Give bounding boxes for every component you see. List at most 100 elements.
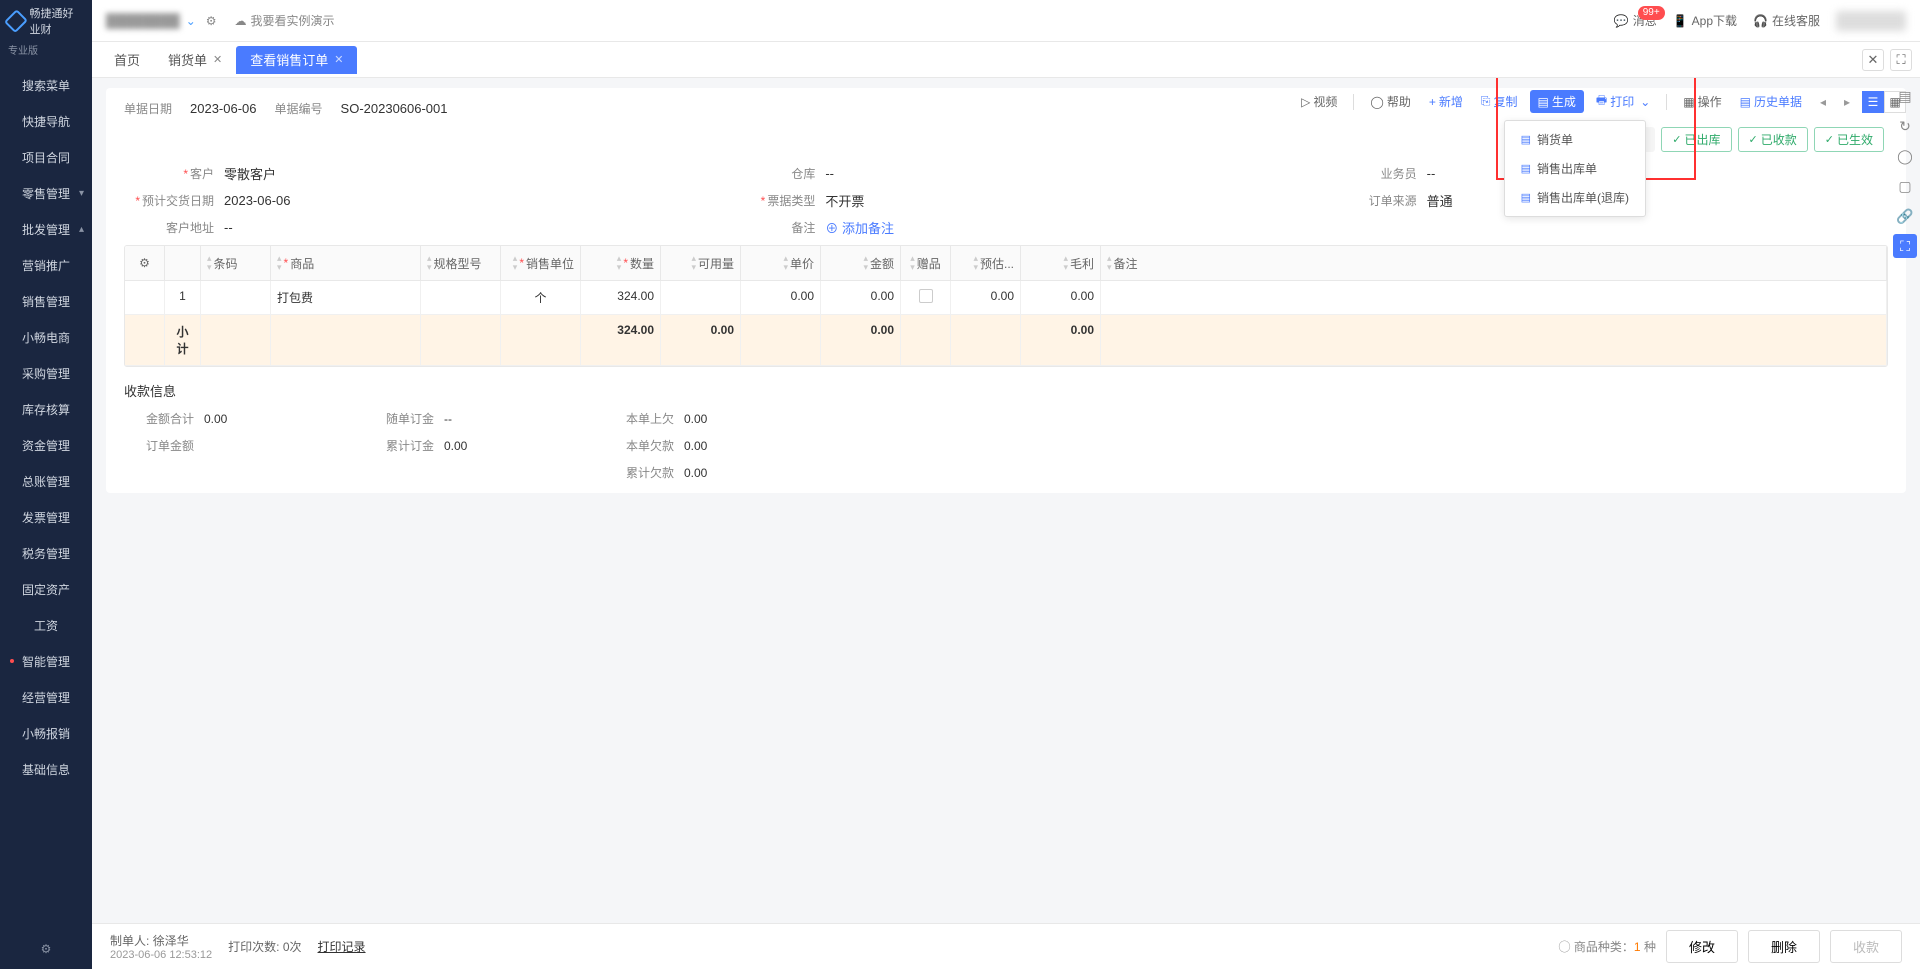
sidebar-item-1[interactable]: 快捷导航 [0,103,92,139]
chat-icon: 💬 [1614,14,1629,28]
edit-button[interactable]: 修改 [1666,930,1738,963]
dropdown-item-1[interactable]: ▤销售出库单 [1505,154,1645,183]
salesman-value: -- [1427,166,1436,181]
barcode-header[interactable]: ▴▾条码 [201,246,271,280]
sidebar-item-14[interactable]: 固定资产 [0,571,92,607]
address-label: 客户地址 [166,221,214,235]
tab-2[interactable]: 查看销售订单✕ [236,46,357,74]
sidebar-item-11[interactable]: 总账管理 [0,463,92,499]
profit-header[interactable]: ▴▾毛利 [1021,246,1101,280]
sidebar-item-9[interactable]: 库存核算 [0,391,92,427]
receipt-button[interactable]: 收款 [1830,930,1902,963]
warehouse-value: -- [825,166,834,181]
close-icon[interactable]: ✕ [334,53,343,66]
doc-date-value: 2023-06-06 [190,101,257,116]
sidebar-item-15[interactable]: 工资 [0,607,92,643]
sidebar-item-12[interactable]: 发票管理 [0,499,92,535]
sidebar-item-19[interactable]: 基础信息 [0,751,92,787]
invoice-type-value: 不开票 [825,191,864,210]
sidebar-item-7[interactable]: 小畅电商 [0,319,92,355]
prev-doc-icon[interactable]: ◂ [1814,93,1832,111]
next-doc-icon[interactable]: ▸ [1838,93,1856,111]
company-selector[interactable]: ████████ [106,13,180,28]
price-header[interactable]: ▴▾单价 [741,246,821,280]
chevron-down-icon[interactable]: ⌄ [186,14,196,28]
address-value: -- [224,220,233,235]
close-icon[interactable]: ✕ [213,53,222,66]
avail-header[interactable]: ▴▾可用量 [661,246,741,280]
payment-title: 收款信息 [124,381,1888,400]
customer-value: 零散客户 [224,164,276,183]
sidebar-item-18[interactable]: 小畅报销 [0,715,92,751]
support-link[interactable]: 🎧 在线客服 [1753,12,1820,29]
rail-history-icon[interactable]: ↻ [1893,114,1917,138]
sidebar-item-10[interactable]: 资金管理 [0,427,92,463]
sidebar-item-3[interactable]: 零售管理▾ [0,175,92,211]
phone-icon: 📱 [1673,14,1688,28]
qty-header[interactable]: ▴▾*数量 [581,246,661,280]
print-count-value: 0次 [283,940,302,954]
video-link[interactable]: ▷视频 [1295,90,1343,113]
gear-column-header[interactable]: ⚙ [125,246,165,280]
close-tabs-icon[interactable]: ✕ [1862,49,1884,71]
copy-button[interactable]: ⎘复制 [1475,90,1524,113]
unit-header[interactable]: ▴▾*销售单位 [501,246,581,280]
dropdown-item-2[interactable]: ▤销售出库单(退库) [1505,183,1645,212]
cum-deposit-value: 0.00 [444,439,467,453]
rail-doc-icon[interactable]: ▤ [1893,84,1917,108]
list-icon: ▤ [1740,95,1751,109]
sidebar-settings-icon[interactable]: ⚙ [0,929,92,969]
gift-header[interactable]: ▴▾赠品 [901,246,951,280]
sidebar-item-0[interactable]: 搜索菜单 [0,67,92,103]
tab-1[interactable]: 销货单✕ [154,46,236,74]
user-avatar[interactable] [1836,11,1906,31]
generate-button[interactable]: ▤生成 [1530,90,1584,113]
print-button[interactable]: 🖶打印⌄ [1590,88,1656,115]
delete-button[interactable]: 删除 [1748,930,1820,963]
gear-icon[interactable]: ⚙ [206,14,217,28]
demo-link[interactable]: ☁ 我要看实例演示 [235,12,335,29]
print-log-link[interactable]: 打印记录 [318,938,366,955]
operations-button[interactable]: ▦操作 [1677,90,1727,113]
est-header[interactable]: ▴▾预估... [951,246,1021,280]
doc-date-label: 单据日期 [124,100,172,117]
messages-link[interactable]: 💬 消息 99+ [1614,12,1657,29]
add-note-link[interactable]: 添加备注 [825,218,894,237]
doc-no-value: SO-20230606-001 [341,101,448,116]
gift-checkbox[interactable] [919,289,933,303]
product-header[interactable]: ▴▾*商品 [271,246,421,280]
history-button[interactable]: ▤历史单据 [1734,90,1808,113]
table-row[interactable]: 1 打包费 个 324.00 0.00 0.00 0.00 0.00 [125,281,1887,315]
sidebar-item-6[interactable]: 销售管理 [0,283,92,319]
sidebar-item-4[interactable]: 批发管理▴ [0,211,92,247]
sidebar-item-17[interactable]: 经营管理 [0,679,92,715]
headset-icon: 🎧 [1753,14,1768,28]
sidebar-item-2[interactable]: 项目合同 [0,139,92,175]
sidebar-item-5[interactable]: 营销推广 [0,247,92,283]
brand-name: 畅捷通好业财 [30,5,84,37]
sidebar-item-8[interactable]: 采购管理 [0,355,92,391]
chevron-down-icon: ⌄ [1640,95,1650,109]
messages-badge: 99+ [1638,6,1665,20]
tab-0[interactable]: 首页 [100,46,154,74]
total-amount-value: 0.00 [204,412,227,426]
dropdown-item-0[interactable]: ▤销货单 [1505,125,1645,154]
note-header[interactable]: ▴▾备注 [1101,246,1887,280]
cum-owe-value: 0.00 [684,466,707,480]
sidebar-item-16[interactable]: 智能管理 [0,643,92,679]
spec-header[interactable]: ▴▾规格型号 [421,246,501,280]
sidebar-item-13[interactable]: 税务管理 [0,535,92,571]
rail-ticket-icon[interactable]: ▢ [1893,174,1917,198]
view-list-icon[interactable]: ☰ [1862,91,1884,113]
amount-header[interactable]: ▴▾金额 [821,246,901,280]
invoice-type-label: 票据类型 [767,194,815,208]
help-link[interactable]: ◯帮助 [1364,90,1416,113]
rail-link-icon[interactable]: 🔗 [1893,204,1917,228]
rail-user-icon[interactable]: ◯ [1893,144,1917,168]
new-button[interactable]: +新增 [1423,90,1469,113]
help-icon: ◯ [1370,95,1383,109]
doc-no-label: 单据编号 [275,100,323,117]
app-download-link[interactable]: 📱 App下载 [1673,12,1737,29]
fullscreen-icon[interactable]: ⛶ [1890,49,1912,71]
rail-expand-icon[interactable]: ⛶ [1893,234,1917,258]
